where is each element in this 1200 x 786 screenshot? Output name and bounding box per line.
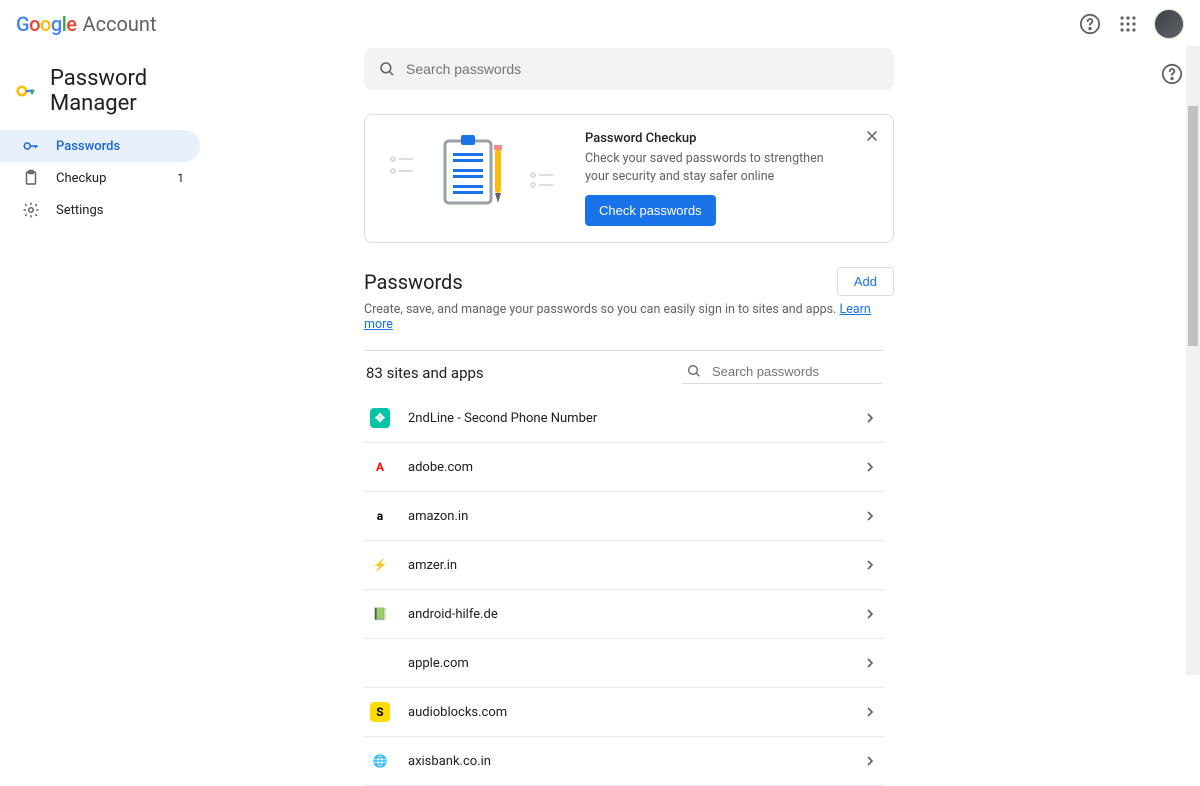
search-passwords-bar[interactable] <box>364 48 894 90</box>
site-favicon: S <box>370 702 390 722</box>
list-search[interactable] <box>682 361 882 384</box>
sidebar: Password Manager Passwords Checkup 1 Set… <box>0 48 200 786</box>
site-favicon: ⚡ <box>370 555 390 575</box>
scroll-thumb[interactable] <box>1188 106 1198 346</box>
checkup-title: Password Checkup <box>585 131 845 146</box>
password-row[interactable]: apple.com <box>364 639 884 688</box>
list-search-input[interactable] <box>712 364 888 379</box>
check-passwords-button[interactable]: Check passwords <box>585 195 716 226</box>
site-favicon: ✥ <box>370 408 390 428</box>
password-manager-icon <box>16 81 36 101</box>
chevron-right-icon <box>862 459 878 475</box>
chevron-right-icon <box>862 753 878 769</box>
sidebar-item-label: Checkup <box>56 171 106 186</box>
search-icon <box>686 363 702 379</box>
section-title: Passwords <box>364 270 463 294</box>
password-row[interactable]: 🌐 axisbank.co.in <box>364 737 884 786</box>
brand-label: Account <box>83 12 157 36</box>
chevron-right-icon <box>862 655 878 671</box>
site-name: apple.com <box>408 656 844 671</box>
sidebar-item-checkup[interactable]: Checkup 1 <box>0 162 200 194</box>
key-icon <box>22 137 40 155</box>
site-favicon <box>370 653 390 673</box>
help-icon[interactable] <box>1078 12 1102 36</box>
site-favicon: 📗 <box>370 604 390 624</box>
site-favicon: A <box>370 457 390 477</box>
site-name: 2ndLine - Second Phone Number <box>408 411 844 426</box>
chevron-right-icon <box>862 606 878 622</box>
search-input[interactable] <box>406 61 880 77</box>
sidebar-item-settings[interactable]: Settings <box>0 194 200 226</box>
global-header: Google Account <box>0 0 1200 48</box>
brand[interactable]: Google Account <box>16 12 157 36</box>
list-count: 83 sites and apps <box>366 364 484 382</box>
account-avatar[interactable] <box>1154 9 1184 39</box>
google-logo: Google <box>16 12 77 36</box>
password-checkup-card: Password Checkup Check your saved passwo… <box>364 114 894 243</box>
site-name: android-hilfe.de <box>408 607 844 622</box>
chevron-right-icon <box>862 557 878 573</box>
close-icon[interactable] <box>863 127 881 145</box>
sidebar-item-label: Passwords <box>56 139 120 154</box>
site-name: axisbank.co.in <box>408 754 844 769</box>
search-icon <box>378 60 396 78</box>
site-name: adobe.com <box>408 460 844 475</box>
password-row[interactable]: ✥ 2ndLine - Second Phone Number <box>364 394 884 443</box>
add-password-button[interactable]: Add <box>837 267 894 296</box>
site-name: audioblocks.com <box>408 705 844 720</box>
page-title-row: Password Manager <box>0 56 200 130</box>
checkup-description: Check your saved passwords to strengthen… <box>585 150 845 185</box>
site-name: amzer.in <box>408 558 844 573</box>
passwords-list: 83 sites and apps ✥ 2ndLine - Second Pho… <box>364 350 884 786</box>
apps-grid-icon[interactable] <box>1116 12 1140 36</box>
password-row[interactable]: 📗 android-hilfe.de <box>364 590 884 639</box>
main-content: Password Checkup Check your saved passwo… <box>200 48 1200 786</box>
checkup-illustration <box>383 131 563 209</box>
sidebar-item-passwords[interactable]: Passwords <box>0 130 200 162</box>
site-favicon: 🌐 <box>370 751 390 771</box>
scrollbar[interactable] <box>1186 46 1200 675</box>
gear-icon <box>22 201 40 219</box>
context-help-icon[interactable] <box>1160 62 1184 86</box>
header-actions <box>1078 9 1184 39</box>
site-favicon: a <box>370 506 390 526</box>
site-name: amazon.in <box>408 509 844 524</box>
password-row[interactable]: a amazon.in <box>364 492 884 541</box>
chevron-right-icon <box>862 508 878 524</box>
checkup-count: 1 <box>177 171 184 185</box>
chevron-right-icon <box>862 704 878 720</box>
password-row[interactable]: ⚡ amzer.in <box>364 541 884 590</box>
section-description: Create, save, and manage your passwords … <box>364 302 894 332</box>
password-row[interactable]: S audioblocks.com <box>364 688 884 737</box>
chevron-right-icon <box>862 410 878 426</box>
password-row[interactable]: A adobe.com <box>364 443 884 492</box>
sidebar-item-label: Settings <box>56 203 103 218</box>
page-title: Password Manager <box>50 66 184 116</box>
clipboard-icon <box>22 169 40 187</box>
